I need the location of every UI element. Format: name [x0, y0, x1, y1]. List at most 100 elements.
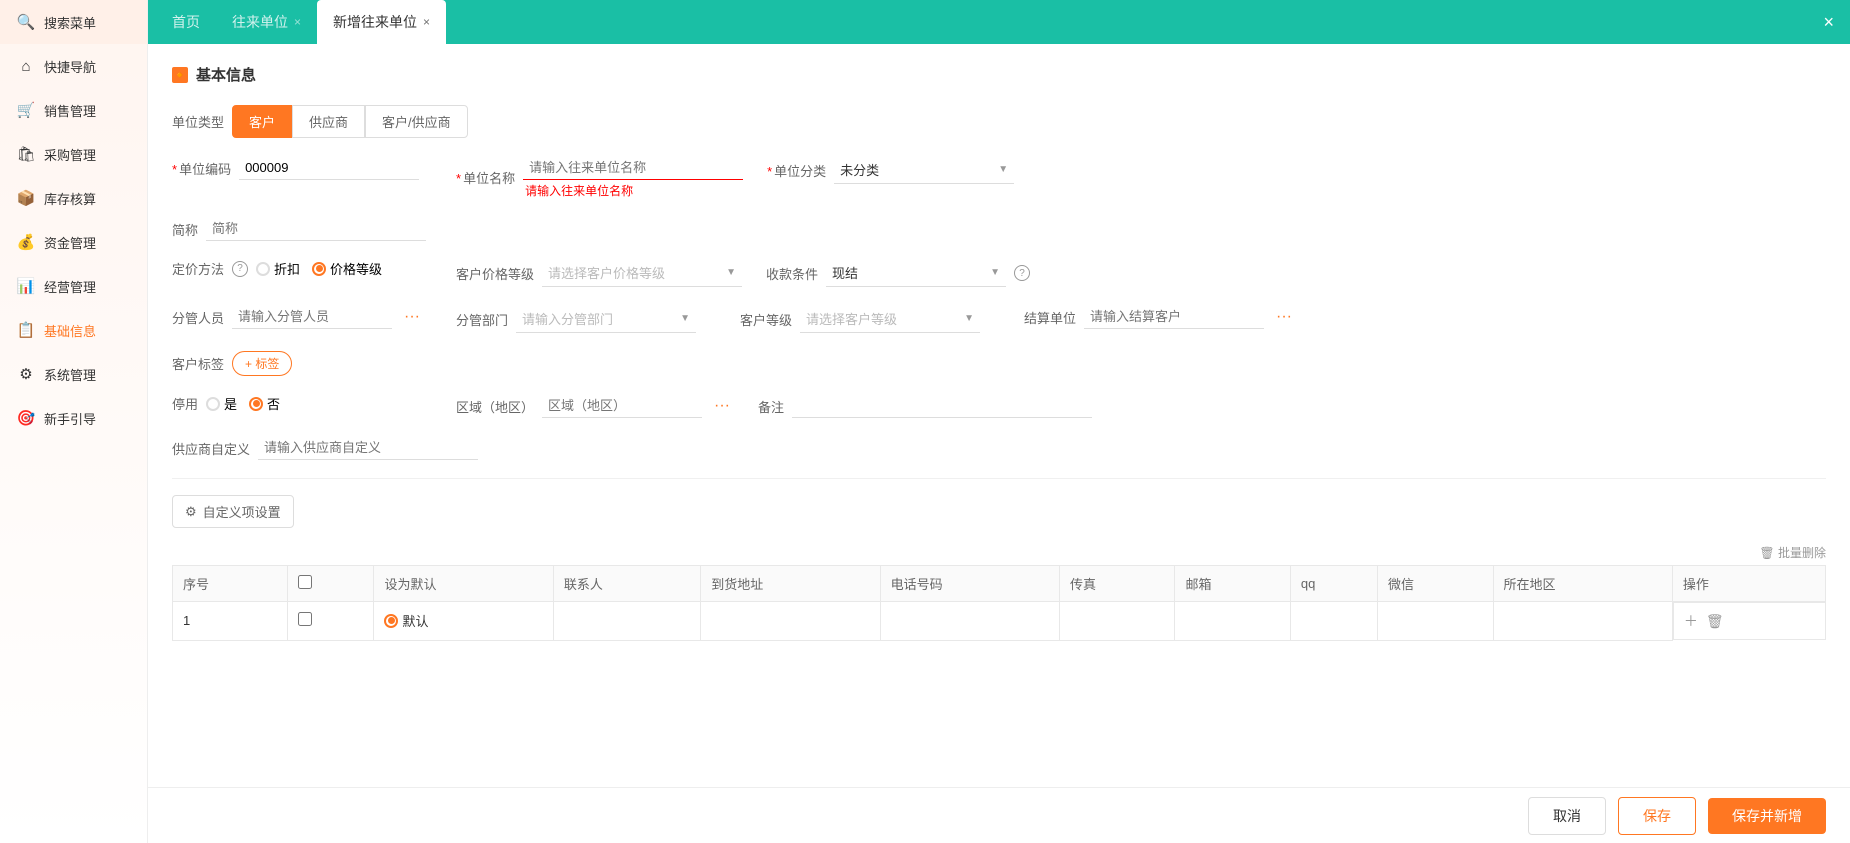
- region-more-btn[interactable]: ···: [710, 397, 734, 415]
- sidebar-item-label: 新手引导: [44, 409, 96, 428]
- sidebar-item-label: 销售管理: [44, 101, 96, 120]
- settlement-input[interactable]: [1084, 305, 1264, 329]
- tab-partners[interactable]: 往来单位 ×: [216, 0, 317, 44]
- default-radio-circle[interactable]: [384, 614, 398, 628]
- remark-input[interactable]: [792, 394, 1092, 418]
- unit-type-supplier[interactable]: 供应商: [292, 105, 365, 138]
- unit-type-customer[interactable]: 客户: [232, 105, 292, 138]
- tab-new-partner[interactable]: 新增往来单位 ×: [317, 0, 446, 44]
- unit-name-input[interactable]: [523, 156, 743, 180]
- sidebar-item-finance[interactable]: 💰 资金管理: [0, 220, 147, 264]
- sidebar: 🔍 搜索菜单 ⌂ 快捷导航 🛒 销售管理 🛍 采购管理 📦 库存核算 💰 资金管…: [0, 0, 148, 843]
- disabled-no-radio[interactable]: [249, 397, 263, 411]
- pricing-discount-option[interactable]: 折扣: [256, 259, 300, 278]
- form-content: 🔸 基本信息 单位类型 客户 供应商 客户/供应商 *单位编码: [148, 44, 1850, 787]
- row-contact[interactable]: [553, 602, 700, 641]
- unit-category-select[interactable]: 未分类 ▼: [834, 156, 1014, 184]
- disabled-label: 停用: [172, 394, 198, 413]
- sidebar-item-quicknav[interactable]: ⌂ 快捷导航: [0, 44, 147, 88]
- price-level-field: 客户价格等级 请选择客户价格等级 ▼: [456, 259, 742, 287]
- pricing-method-field: 定价方法 ? 折扣 价格等级: [172, 259, 432, 278]
- dept-select[interactable]: 请输入分管部门 ▼: [516, 305, 696, 333]
- payment-help-icon[interactable]: ?: [1014, 265, 1030, 281]
- abbr-input[interactable]: [206, 217, 426, 241]
- unit-code-input[interactable]: [239, 156, 419, 180]
- sales-icon: 🛒: [16, 100, 36, 120]
- disabled-yes-option[interactable]: 是: [206, 394, 237, 413]
- sidebar-item-system[interactable]: ⚙ 系统管理: [0, 352, 147, 396]
- region-input[interactable]: [542, 394, 702, 418]
- row-email[interactable]: [1175, 602, 1290, 641]
- base-icon: 📋: [16, 320, 36, 340]
- payment-terms-value: 现结: [832, 263, 986, 282]
- disabled-yes-radio[interactable]: [206, 397, 220, 411]
- unit-code-field: *单位编码: [172, 156, 432, 180]
- cancel-button[interactable]: 取消: [1528, 797, 1606, 835]
- sidebar-item-guide[interactable]: 🎯 新手引导: [0, 396, 147, 440]
- select-all-checkbox[interactable]: [298, 575, 312, 589]
- row-region[interactable]: [1493, 602, 1672, 641]
- unit-type-both[interactable]: 客户/供应商: [365, 105, 468, 138]
- tag-add-button[interactable]: + 标签: [232, 351, 292, 376]
- sidebar-item-label: 快捷导航: [44, 57, 96, 76]
- pricing-help-icon[interactable]: ?: [232, 261, 248, 277]
- unit-name-field: *单位名称 请输入往来单位名称: [456, 156, 743, 199]
- supplier-custom-label: 供应商自定义: [172, 439, 250, 458]
- customer-level-select[interactable]: 请选择客户等级 ▼: [800, 305, 980, 333]
- disabled-row: 停用 是 否: [172, 394, 1826, 418]
- supplier-custom-input[interactable]: [258, 436, 478, 460]
- settlement-more-btn[interactable]: ···: [1272, 308, 1296, 326]
- batch-delete-icon: 🗑: [1759, 546, 1774, 560]
- col-region: 所在地区: [1493, 566, 1672, 602]
- row-default-radio[interactable]: 默认: [384, 611, 542, 630]
- manager-more-btn[interactable]: ···: [400, 308, 424, 326]
- row-phone[interactable]: [880, 602, 1059, 641]
- tab-partners-close[interactable]: ×: [294, 15, 301, 29]
- payment-terms-select[interactable]: 现结 ▼: [826, 259, 1006, 287]
- save-button[interactable]: 保存: [1618, 797, 1696, 835]
- disabled-no-option[interactable]: 否: [249, 394, 280, 413]
- pricing-level-option[interactable]: 价格等级: [312, 259, 382, 278]
- chevron-down-icon2: ▼: [726, 267, 736, 278]
- pricing-discount-radio[interactable]: [256, 262, 270, 276]
- tab-new-partner-close[interactable]: ×: [423, 15, 430, 29]
- operations-icon: 📊: [16, 276, 36, 296]
- save-new-button[interactable]: 保存并新增: [1708, 798, 1826, 834]
- row-fax[interactable]: [1059, 602, 1174, 641]
- sidebar-item-search[interactable]: 🔍 搜索菜单: [0, 0, 147, 44]
- disabled-field: 停用 是 否: [172, 394, 432, 413]
- row-qq[interactable]: [1290, 602, 1377, 641]
- row-checkbox[interactable]: [298, 612, 312, 626]
- unit-code-name-row: *单位编码 *单位名称 请输入往来单位名称 *单位分类: [172, 156, 1826, 199]
- sidebar-item-purchase[interactable]: 🛍 采购管理: [0, 132, 147, 176]
- pricing-level-radio[interactable]: [312, 262, 326, 276]
- table-row: 1 默认: [173, 602, 1826, 641]
- tab-home-label: 首页: [172, 12, 200, 32]
- batch-delete-btn[interactable]: 🗑 批量删除: [172, 544, 1826, 561]
- remark-label: 备注: [758, 397, 784, 416]
- row-delete-btn[interactable]: 🗑: [1706, 613, 1724, 630]
- sidebar-item-inventory[interactable]: 📦 库存核算: [0, 176, 147, 220]
- row-add-btn[interactable]: ＋: [1684, 611, 1698, 631]
- col-action: 操作: [1672, 566, 1825, 602]
- sidebar-item-sales[interactable]: 🛒 销售管理: [0, 88, 147, 132]
- row-default: 默认: [374, 602, 553, 641]
- price-level-select[interactable]: 请选择客户价格等级 ▼: [542, 259, 742, 287]
- remark-field: 备注: [758, 394, 1092, 418]
- sidebar-item-operations[interactable]: 📊 经营管理: [0, 264, 147, 308]
- sidebar-item-label: 库存核算: [44, 189, 96, 208]
- custom-settings-button[interactable]: ⚙ 自定义项设置: [172, 495, 294, 528]
- row-wechat[interactable]: [1378, 602, 1493, 641]
- home-icon: ⌂: [16, 56, 36, 76]
- row-address[interactable]: [701, 602, 880, 641]
- manager-field: 分管人员 ···: [172, 305, 432, 329]
- inventory-icon: 📦: [16, 188, 36, 208]
- window-close-button[interactable]: ×: [1815, 12, 1842, 33]
- sidebar-item-label: 资金管理: [44, 233, 96, 252]
- sidebar-item-base[interactable]: 📋 基础信息: [0, 308, 147, 352]
- settlement-label: 结算单位: [1024, 308, 1076, 327]
- dept-value: 请输入分管部门: [522, 309, 676, 328]
- manager-input[interactable]: [232, 305, 392, 329]
- chevron-down-icon: ▼: [998, 164, 1008, 175]
- tab-home[interactable]: 首页: [156, 0, 216, 44]
